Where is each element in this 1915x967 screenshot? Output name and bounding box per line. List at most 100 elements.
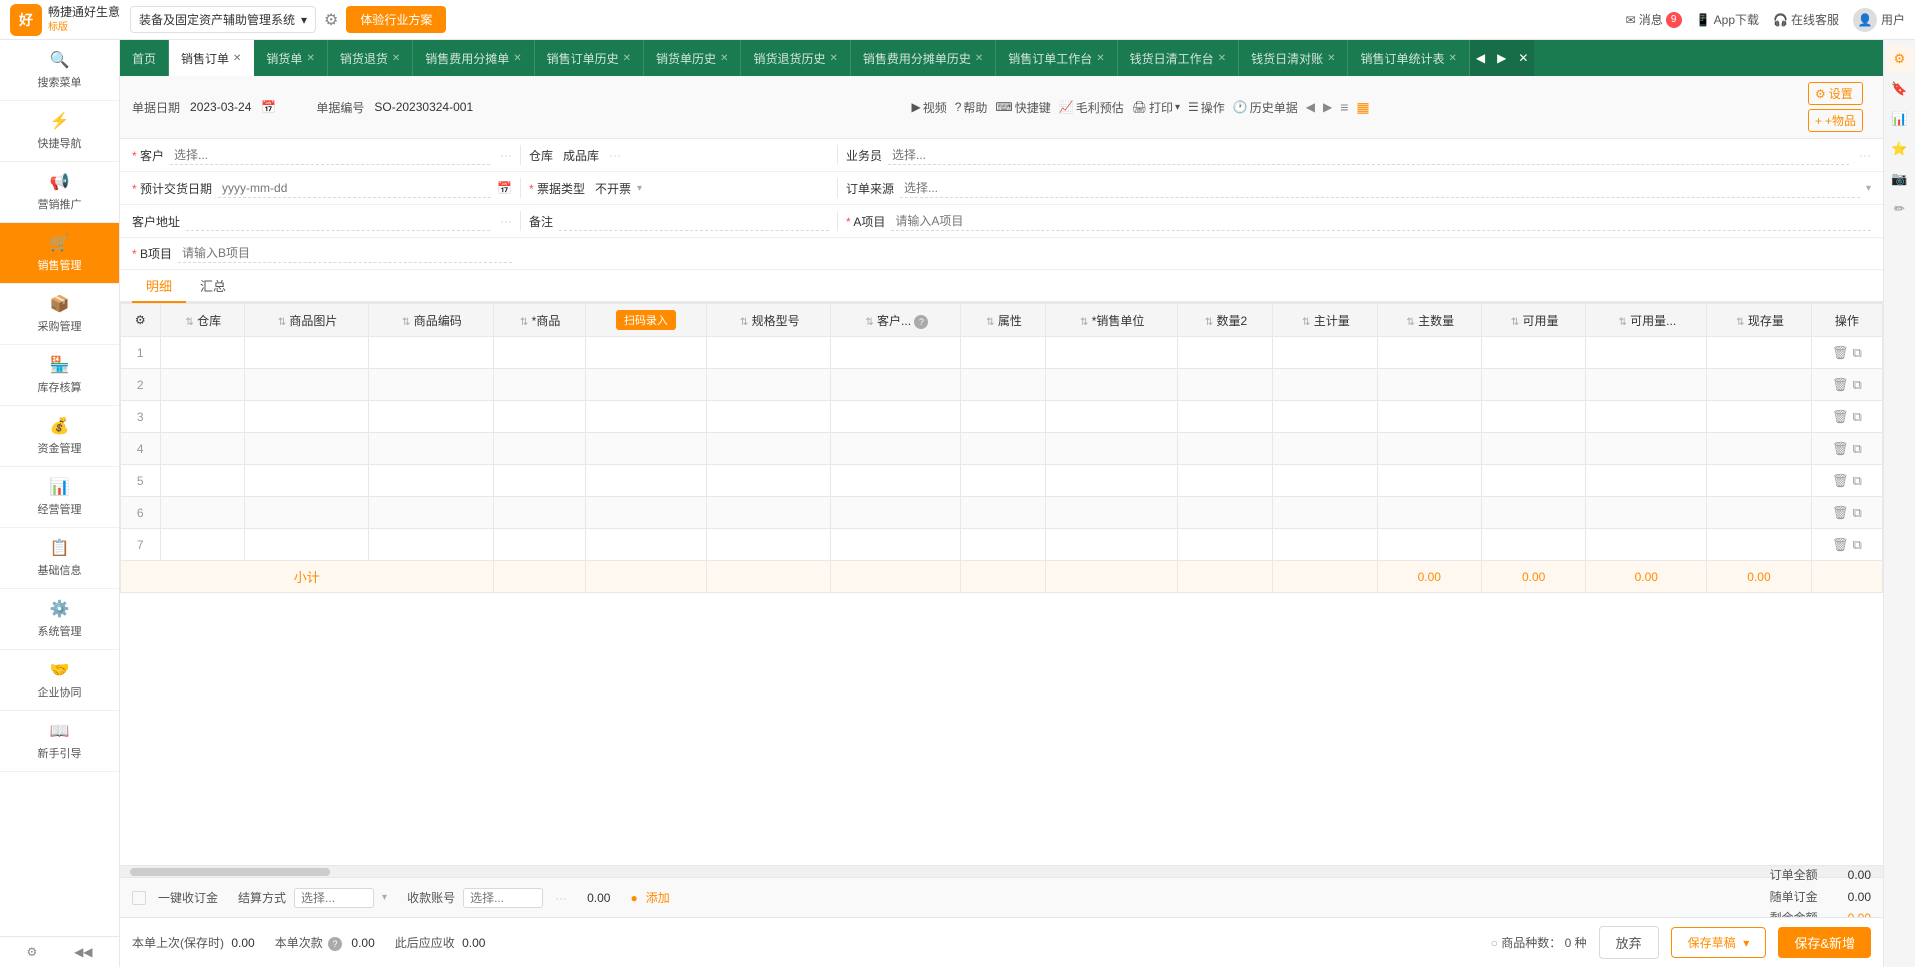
cell-stock[interactable] [1707, 401, 1811, 433]
cell-stock[interactable] [1707, 529, 1811, 561]
cell-mainunit[interactable] [1273, 497, 1377, 529]
col-product-image[interactable]: ⇅ 商品图片 [244, 304, 368, 337]
col-scan[interactable]: 扫码录入 [585, 304, 706, 337]
cell-scan[interactable] [585, 369, 706, 401]
cell-scan[interactable] [585, 401, 706, 433]
cell-image[interactable] [244, 369, 368, 401]
cell-avail2[interactable] [1586, 337, 1707, 369]
row-copy-icon[interactable]: ⧉ [1852, 441, 1861, 457]
cell-avail[interactable] [1481, 529, 1585, 561]
this-order-info-icon[interactable]: ? [328, 937, 342, 951]
cell-spec[interactable] [707, 497, 831, 529]
tab-close-cash-daily-workbench[interactable]: ✕ [1218, 53, 1226, 64]
a-project-input[interactable] [891, 212, 1871, 231]
delivery-date-input[interactable] [218, 179, 491, 198]
cell-qty2[interactable] [1177, 401, 1272, 433]
cell-mainunit[interactable] [1273, 433, 1377, 465]
staff-input[interactable] [888, 146, 1849, 165]
cell-spec[interactable] [707, 529, 831, 561]
cell-salesunit[interactable] [1045, 401, 1177, 433]
row-copy-icon[interactable]: ⧉ [1852, 345, 1861, 361]
cell-warehouse[interactable] [160, 529, 244, 561]
col-settings[interactable]: ⚙ [121, 304, 161, 337]
cell-product[interactable] [493, 433, 585, 465]
sidebar-item-enterprise[interactable]: 🤝 企业协同 [0, 650, 119, 711]
one-click-checkbox[interactable] [132, 891, 146, 905]
tab-detail[interactable]: 明细 [132, 270, 186, 303]
sidebar-item-basic-info[interactable]: 📋 基础信息 [0, 528, 119, 589]
cell-mainqty[interactable] [1377, 529, 1481, 561]
col-qty2[interactable]: ⇅ 数量2 [1177, 304, 1272, 337]
cell-warehouse[interactable] [160, 369, 244, 401]
tab-home[interactable]: 首页 [120, 40, 169, 76]
shortcut-btn[interactable]: ⌨ 快捷键 [995, 99, 1050, 116]
cell-avail[interactable] [1481, 337, 1585, 369]
right-scan-icon[interactable]: 📷 [1887, 166, 1913, 192]
cell-mainqty[interactable] [1377, 401, 1481, 433]
row-delete-icon[interactable]: 🗑 [1832, 409, 1849, 425]
cell-salesunit[interactable] [1045, 465, 1177, 497]
cell-code[interactable] [369, 369, 493, 401]
col-customer-ref[interactable]: ⇅ 客户... ? [831, 304, 961, 337]
sidebar-item-system[interactable]: ⚙️ 系统管理 [0, 589, 119, 650]
cell-code[interactable] [369, 337, 493, 369]
receipt-no-input[interactable] [463, 888, 543, 908]
row-copy-icon[interactable]: ⧉ [1852, 473, 1861, 489]
cell-code[interactable] [369, 465, 493, 497]
cell-image[interactable] [244, 465, 368, 497]
cell-product[interactable] [493, 401, 585, 433]
sidebar-settings-icon[interactable]: ⚙ [26, 945, 37, 959]
row-copy-icon[interactable]: ⧉ [1852, 377, 1861, 393]
cell-qty2[interactable] [1177, 337, 1272, 369]
tab-return-goods-history[interactable]: 销货退货历史 ✕ [741, 40, 850, 76]
scroll-area[interactable] [120, 865, 1883, 877]
cell-salesunit[interactable] [1045, 529, 1177, 561]
cell-mainqty[interactable] [1377, 497, 1481, 529]
col-stock[interactable]: ⇅ 现存量 [1707, 304, 1811, 337]
cell-image[interactable] [244, 433, 368, 465]
remarks-input[interactable] [559, 212, 829, 231]
cell-custref[interactable] [831, 433, 961, 465]
cell-product[interactable] [493, 369, 585, 401]
row-delete-icon[interactable]: 🗑 [1832, 441, 1849, 457]
save-draft-btn[interactable]: 保存草稿 ▾ [1671, 927, 1767, 958]
cell-spec[interactable] [707, 369, 831, 401]
cell-qty2[interactable] [1177, 465, 1272, 497]
cell-mainqty[interactable] [1377, 433, 1481, 465]
tab-sales-order[interactable]: 销售订单 ✕ [169, 40, 254, 76]
cell-attr[interactable] [961, 433, 1045, 465]
cell-code[interactable] [369, 497, 493, 529]
row-delete-icon[interactable]: 🗑 [1832, 537, 1849, 553]
cell-avail[interactable] [1481, 401, 1585, 433]
row-delete-icon[interactable]: 🗑 [1832, 473, 1849, 489]
sidebar-collapse-icon[interactable]: ◀◀ [74, 945, 92, 959]
cell-qty2[interactable] [1177, 369, 1272, 401]
cell-spec[interactable] [707, 433, 831, 465]
cell-avail2[interactable] [1586, 497, 1707, 529]
tab-close-order-workbench[interactable]: ✕ [1096, 53, 1104, 64]
cell-product[interactable] [493, 529, 585, 561]
cell-stock[interactable] [1707, 337, 1811, 369]
profit-preview-btn[interactable]: 📈 毛利预估 [1059, 99, 1124, 116]
user-avatar[interactable]: 👤 用户 [1853, 8, 1905, 32]
row-copy-icon[interactable]: ⧉ [1852, 537, 1861, 553]
warehouse-more-icon[interactable]: ··· [609, 148, 621, 162]
cell-stock[interactable] [1707, 497, 1811, 529]
cell-scan[interactable] [585, 529, 706, 561]
cell-salesunit[interactable] [1045, 337, 1177, 369]
cell-avail2[interactable] [1586, 529, 1707, 561]
cell-salesunit[interactable] [1045, 497, 1177, 529]
message-btn[interactable]: ✉ 消息 9 [1626, 11, 1682, 28]
cell-qty2[interactable] [1177, 497, 1272, 529]
col-main-unit[interactable]: ⇅ 主计量 [1273, 304, 1377, 337]
right-star-icon[interactable]: ⭐ [1887, 136, 1913, 162]
cell-qty2[interactable] [1177, 433, 1272, 465]
cell-mainunit[interactable] [1273, 337, 1377, 369]
col-available2[interactable]: ⇅ 可用量... [1586, 304, 1707, 337]
view-btn[interactable]: ▶ 视频 [911, 99, 946, 116]
cell-spec[interactable] [707, 401, 831, 433]
customer-input[interactable] [170, 146, 490, 165]
row-delete-icon[interactable]: 🗑 [1832, 345, 1849, 361]
cell-warehouse[interactable] [160, 401, 244, 433]
row-copy-icon[interactable]: ⧉ [1852, 409, 1861, 425]
